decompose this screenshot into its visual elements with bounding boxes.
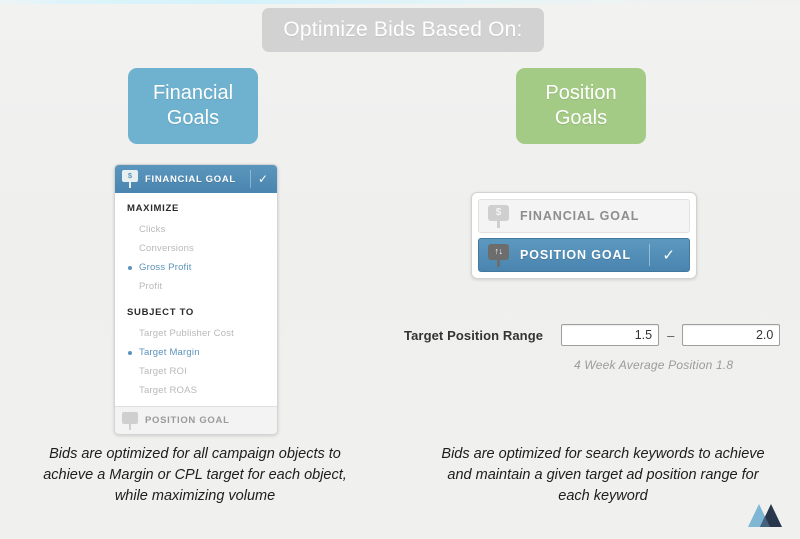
menu-body: MAXIMIZE Clicks Conversions Gross Profit… — [115, 193, 277, 406]
selector-row-position-goal[interactable]: ↑↓ POSITION GOAL ✓ — [478, 238, 690, 272]
menu-footer-position-goal[interactable]: POSITION GOAL — [115, 406, 277, 434]
dollar-sign-placard-icon: $ — [488, 204, 509, 228]
menu-group-maximize: MAXIMIZE Clicks Conversions Gross Profit… — [115, 203, 277, 296]
chip-position-line2: Goals — [554, 107, 608, 129]
target-position-range-label: Target Position Range — [404, 327, 544, 343]
target-position-min-input[interactable]: 1.5 — [561, 324, 660, 346]
header-divider — [249, 170, 251, 188]
chip-position-goals: Position Goals — [516, 68, 646, 144]
banner-title-text: Optimize Bids Based On: — [283, 18, 523, 41]
group-title-subject-to: SUBJECT TO — [127, 307, 195, 318]
caption-position-goals: Bids are optimized for search keywords t… — [441, 446, 765, 504]
menu-item-target-roi[interactable]: Target ROI — [115, 362, 277, 381]
menu-item-target-margin[interactable]: Target Margin — [115, 343, 277, 362]
chip-financial-line1: Financial — [152, 82, 234, 104]
chip-financial-goals: Financial Goals — [128, 68, 258, 144]
dollar-sign-placard-icon: $ — [122, 170, 138, 188]
dollar-glyph: $ — [488, 204, 509, 221]
caption-financial-goals: Bids are optimized for all campaign obje… — [43, 446, 347, 504]
screenshot-canvas: Optimize Bids Based On: Financial Goals … — [0, 0, 800, 539]
mountain-peaks-logo — [748, 504, 782, 527]
menu-item-clicks[interactable]: Clicks — [115, 220, 277, 239]
selector-row-financial-goal-label: FINANCIAL GOAL — [520, 209, 640, 223]
check-icon: ✓ — [662, 247, 675, 264]
average-position-note: 4 Week Average Position 1.8 — [574, 358, 734, 372]
group-title-maximize: MAXIMIZE — [127, 203, 180, 214]
position-placard-icon — [122, 411, 138, 430]
target-position-range-row: Target Position Range 1.5 – 2.0 — [404, 324, 781, 346]
top-edge-strip — [0, 0, 800, 4]
menu-header-financial-goal[interactable]: $ FINANCIAL GOAL ✓ — [115, 165, 277, 193]
menu-footer-position-goal-label: POSITION GOAL — [145, 415, 230, 426]
chip-financial-line2: Goals — [166, 107, 220, 129]
menu-item-target-publisher-cost[interactable]: Target Publisher Cost — [115, 324, 277, 343]
financial-goal-menu-panel: $ FINANCIAL GOAL ✓ MAXIMIZE Clicks Conve… — [114, 164, 278, 435]
menu-group-subject-to: SUBJECT TO Target Publisher Cost Target … — [115, 307, 277, 400]
up-down-arrows-placard-icon: ↑↓ — [488, 243, 509, 267]
chip-position-line1: Position — [545, 82, 617, 104]
target-position-max-input[interactable]: 2.0 — [682, 324, 781, 346]
arrows-glyph: ↑↓ — [494, 246, 504, 256]
menu-item-gross-profit[interactable]: Gross Profit — [115, 258, 277, 277]
selector-row-position-goal-label: POSITION GOAL — [520, 248, 632, 262]
position-goal-selector-panel: $ FINANCIAL GOAL ↑↓ POSITION GOAL ✓ — [471, 192, 697, 279]
selector-divider — [649, 244, 651, 266]
menu-item-target-roas[interactable]: Target ROAS — [115, 381, 277, 400]
range-separator: – — [667, 327, 675, 343]
menu-item-conversions[interactable]: Conversions — [115, 239, 277, 258]
check-icon: ✓ — [257, 172, 268, 186]
selector-row-financial-goal[interactable]: $ FINANCIAL GOAL — [478, 199, 690, 233]
banner-optimize-bids: Optimize Bids Based On: — [262, 8, 544, 52]
menu-header-financial-goal-label: FINANCIAL GOAL — [145, 173, 236, 185]
menu-item-profit[interactable]: Profit — [115, 277, 277, 296]
